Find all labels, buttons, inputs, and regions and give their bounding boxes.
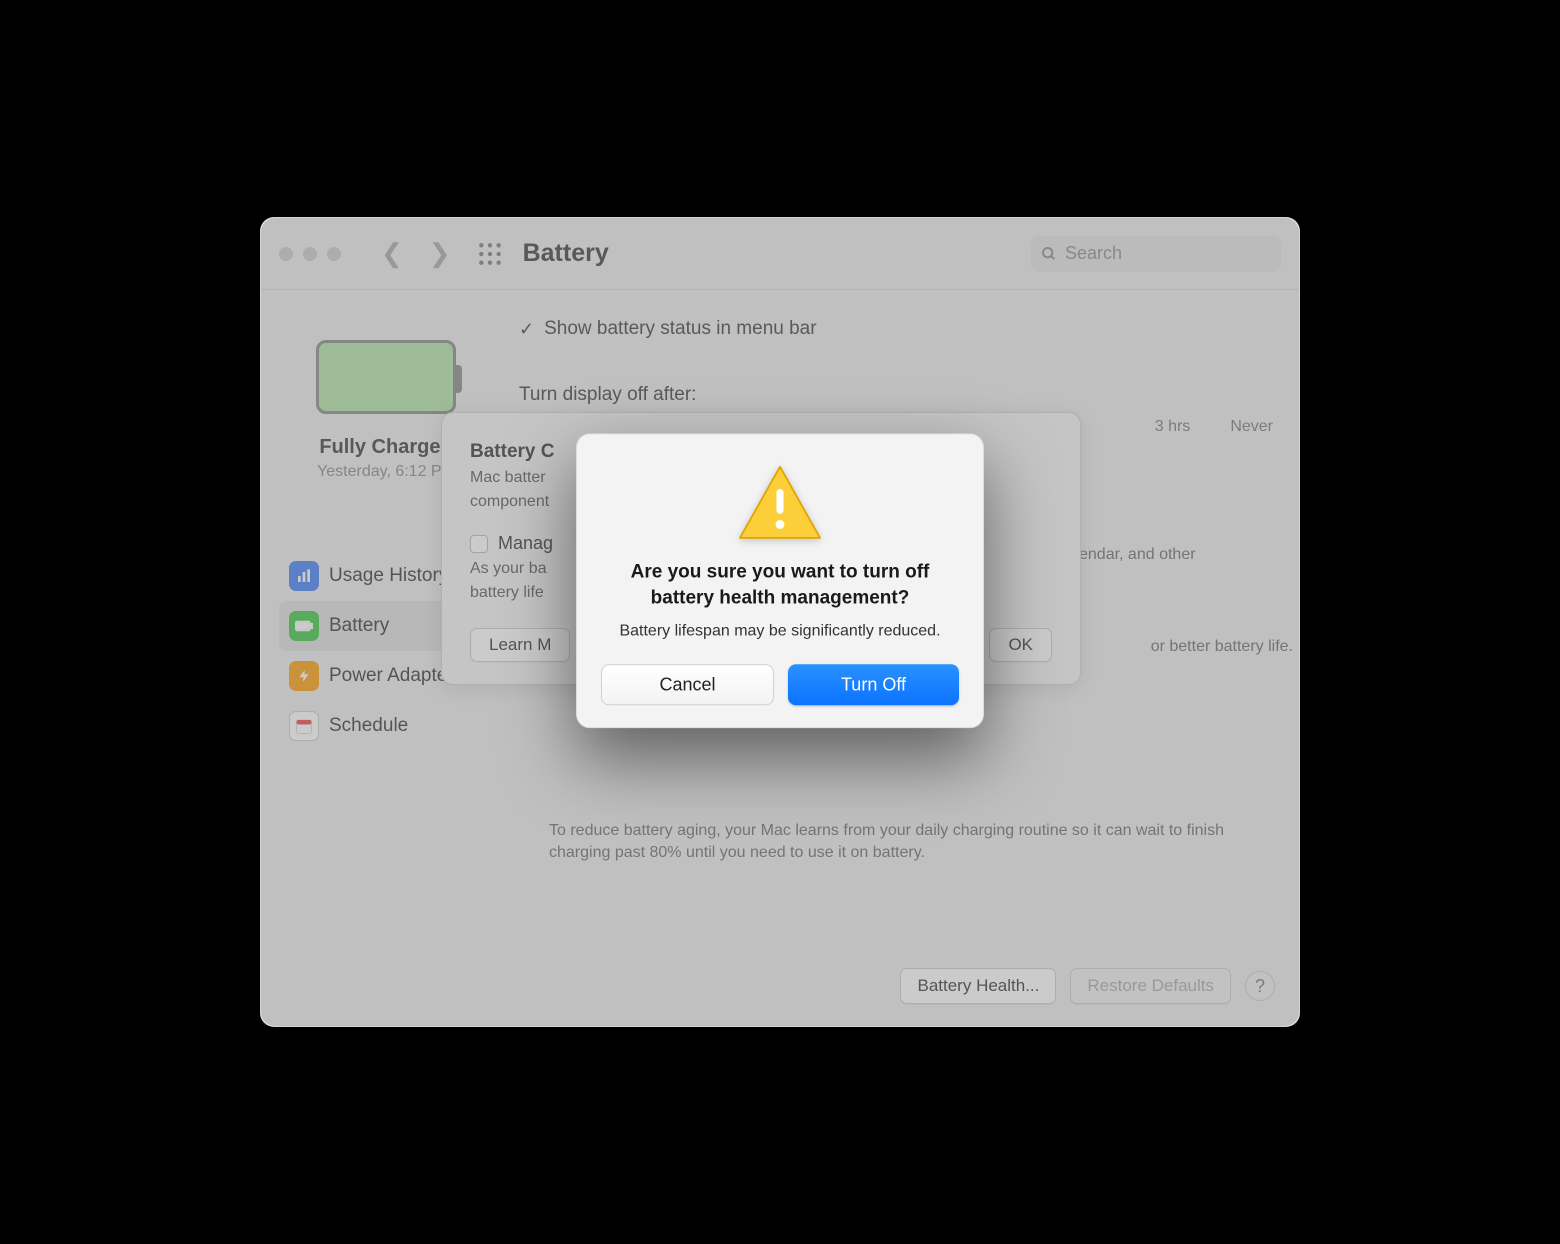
show-status-label: Show battery status in menu bar — [544, 318, 816, 340]
bolt-icon — [289, 661, 319, 691]
checkmark-icon: ✓ — [519, 319, 534, 340]
battery-status-label: Fully Charged — [319, 436, 452, 459]
system-preferences-window: ❮ ❯ Battery Search Fully Charged Yesterd… — [260, 217, 1300, 1027]
learn-more-button[interactable]: Learn M — [470, 628, 570, 662]
partial-desc-better: or better battery life. — [1151, 638, 1293, 656]
turn-off-button[interactable]: Turn Off — [788, 664, 959, 705]
restore-defaults-button[interactable]: Restore Defaults — [1070, 968, 1231, 1004]
battery-health-button[interactable]: Battery Health... — [900, 968, 1056, 1004]
confirm-alert: Are you sure you want to turn off batter… — [576, 433, 984, 728]
sidebar-item-label: Usage History — [329, 565, 448, 587]
page-title: Battery — [523, 239, 609, 268]
cancel-button[interactable]: Cancel — [601, 664, 774, 705]
titlebar: ❮ ❯ Battery Search — [261, 218, 1299, 290]
show-all-icon[interactable] — [477, 241, 503, 267]
zoom-window-icon[interactable] — [327, 247, 341, 261]
slider-tick-3hrs: 3 hrs — [1155, 418, 1191, 436]
slider-tick-never: Never — [1230, 418, 1273, 436]
turn-display-off-label: Turn display off after: — [519, 384, 1275, 406]
optimized-charging-desc: To reduce battery aging, your Mac learns… — [549, 820, 1279, 865]
help-button[interactable]: ? — [1245, 971, 1275, 1001]
back-button[interactable]: ❮ — [381, 238, 403, 269]
nav-arrows: ❮ ❯ — [381, 238, 451, 269]
battery-status-time: Yesterday, 6:12 PM — [317, 463, 455, 481]
sidebar-item-label: Power Adapter — [329, 665, 454, 687]
calendar-icon — [289, 711, 319, 741]
alert-title: Are you sure you want to turn off batter… — [601, 559, 959, 610]
forward-button[interactable]: ❯ — [429, 238, 451, 269]
alert-message: Battery lifespan may be significantly re… — [601, 621, 959, 643]
sidebar-item-label: Battery — [329, 615, 389, 637]
close-window-icon[interactable] — [279, 247, 293, 261]
ok-button[interactable]: OK — [989, 628, 1052, 662]
checkbox-icon — [470, 535, 488, 553]
minimize-window-icon[interactable] — [303, 247, 317, 261]
sidebar-item-label: Schedule — [329, 715, 408, 737]
traffic-lights — [279, 247, 341, 261]
battery-level-icon — [316, 340, 456, 414]
chart-icon — [289, 561, 319, 591]
battery-icon — [289, 611, 319, 641]
search-icon — [1041, 246, 1057, 262]
search-input[interactable]: Search — [1031, 236, 1281, 272]
search-placeholder: Search — [1065, 243, 1122, 264]
partial-desc-calendar: endar, and other — [1079, 546, 1279, 564]
manage-label: Manag — [498, 533, 553, 554]
sidebar-item-schedule[interactable]: Schedule — [279, 701, 493, 751]
show-status-checkbox[interactable]: ✓ Show battery status in menu bar — [519, 318, 1275, 340]
warning-icon — [735, 462, 825, 542]
